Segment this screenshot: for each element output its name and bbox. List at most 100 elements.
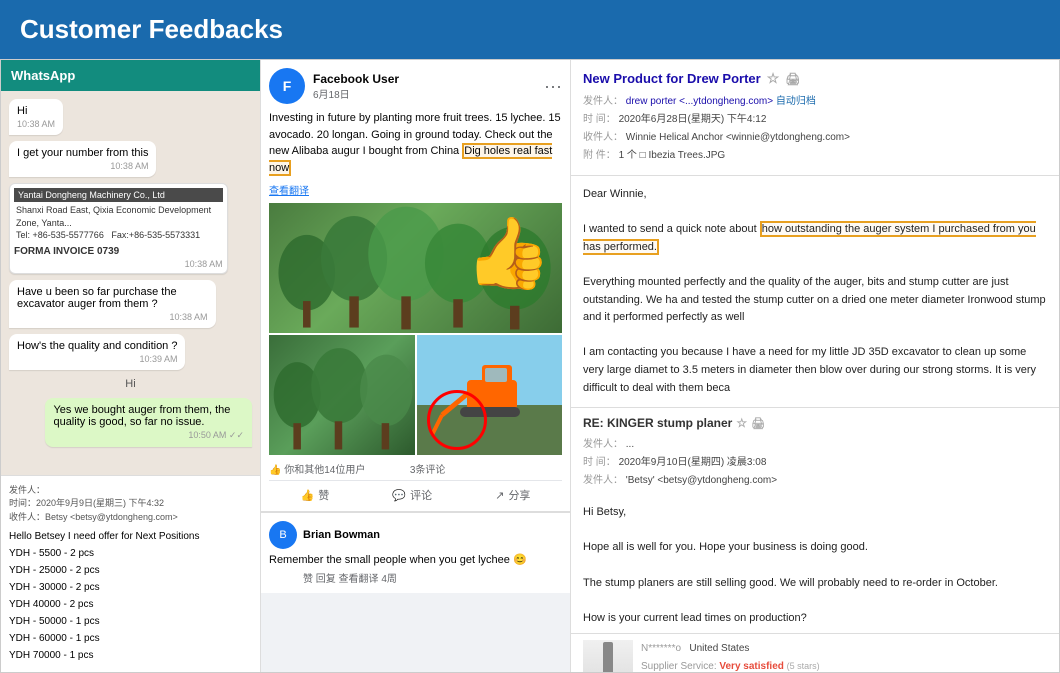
email2-body: Hi Betsy, Hope all is well for you. Hope… — [571, 498, 1059, 633]
order-item: YDH - 5500 - 2 pcs — [9, 545, 252, 562]
thumbs-up-icon: 👍 — [465, 213, 552, 295]
attach-label: 附 件： — [583, 150, 616, 161]
email2-subject-text: RE: KINGER stump planer — [583, 416, 732, 430]
message-text: How's the quality and condition ? — [17, 340, 177, 352]
avatar: F — [269, 68, 305, 104]
list-item: Have u been so far purchase the excavato… — [9, 280, 216, 328]
comment-label: 评论 — [410, 487, 432, 503]
list-item: How's the quality and condition ? 10:39 … — [9, 334, 185, 370]
message-time: 10:50 AM ✓✓ — [53, 430, 244, 441]
share-icon: ↗ — [495, 489, 504, 502]
review-meta: N*******o United States Supplier Service… — [641, 640, 1047, 672]
email-meta: 发件人： drew porter <...ytdongheng.com> 自动归… — [583, 93, 1047, 165]
email2-meta: 发件人： ... 时 间： 2020年9月10日(星期四) 凌晨3:08 发件人… — [583, 436, 1047, 490]
likes-text: 你和其他14位用户 — [284, 465, 365, 476]
order-greeting: Hello Betsey I need offer for Next Posit… — [9, 528, 252, 545]
to2-label: 发件人： — [583, 475, 623, 486]
list-item: Hi 10:38 AM — [9, 99, 63, 135]
service-label: Supplier Service: — [641, 661, 717, 672]
email2-to: 'Betsy' <betsy@ytdongheng.com> — [626, 475, 777, 486]
email-panel: New Product for Drew Porter ☆ 🖨 发件人： dre… — [571, 60, 1059, 672]
like-button[interactable]: 👍 赞 — [301, 487, 330, 503]
invoice-body: Shanxi Road East, Qixia Economic Develop… — [14, 202, 223, 244]
main-content: WhatsApp Hi 10:38 AM I get your number f… — [0, 59, 1060, 673]
sender-label: 发件人： — [9, 485, 45, 495]
email-line2: Everything mounted perfectly and the qua… — [583, 274, 1047, 327]
post-author: Facebook User — [313, 72, 544, 86]
invoice-header: Yantai Dongheng Machinery Co., Ltd — [14, 188, 223, 202]
message-text: I get your number from this — [17, 147, 148, 159]
order-item: YDH - 25000 - 2 pcs — [9, 562, 252, 579]
email-greeting: Dear Winnie, — [583, 186, 1047, 204]
facebook-comment: B Brian Bowman Remember the small people… — [261, 512, 570, 593]
facebook-panel: F Facebook User 6月18日 ··· Investing in f… — [261, 60, 571, 672]
facebook-post: F Facebook User 6月18日 ··· Investing in f… — [261, 60, 570, 512]
email2-date: 2020年9月10日(星期四) 凌晨3:08 — [619, 457, 767, 468]
trees2-background — [269, 335, 415, 455]
printer-icon2: 🖨 — [751, 417, 765, 430]
whatsapp-panel: WhatsApp Hi 10:38 AM I get your number f… — [1, 60, 261, 672]
review-product-image — [583, 640, 633, 672]
comment-button[interactable]: 💬 评论 — [392, 487, 432, 503]
post-image-trees2 — [269, 335, 415, 455]
order-item: YDH - 60000 - 1 pcs — [9, 630, 252, 647]
message-time: 10:38 AM — [17, 119, 55, 129]
order-to: 收件人：Betsy <betsy@ytdongheng.com> — [9, 512, 178, 522]
email-body: Dear Winnie, I wanted to send a quick no… — [571, 176, 1059, 407]
list-item: I get your number from this 10:38 AM — [9, 141, 156, 177]
email-2: RE: KINGER stump planer ☆ 🖨 发件人： ... 时 间… — [571, 407, 1059, 498]
post-text: Investing in future by planting more fru… — [269, 110, 562, 176]
printer-icon: 🖨 — [785, 72, 800, 86]
excavator-background — [417, 335, 563, 455]
post-images: 👍 — [269, 203, 562, 455]
post-author-info: Facebook User 6月18日 — [313, 72, 544, 101]
message-time: 10:38 AM — [17, 312, 208, 322]
translate-link[interactable]: 查看翻译 — [269, 182, 562, 197]
email-line3: I am contacting you because I have a nee… — [583, 344, 1047, 397]
reviewer-label: N*******o — [641, 643, 681, 654]
share-button[interactable]: ↗ 分享 — [495, 487, 530, 503]
email-1: New Product for Drew Porter ☆ 🖨 发件人： dre… — [571, 60, 1059, 176]
message-time: 10:38 AM — [17, 161, 148, 171]
order-item: YDH - 50000 - 1 pcs — [9, 613, 252, 630]
email-highlighted-text: how outstanding the auger system I purch… — [583, 221, 1036, 255]
post-image-excavator — [417, 335, 563, 455]
invoice-image: Yantai Dongheng Machinery Co., Ltd Shanx… — [9, 183, 228, 274]
chat-body: Hi 10:38 AM I get your number from this … — [1, 91, 260, 475]
red-circle — [427, 390, 487, 450]
to-label: 收件人： — [583, 132, 623, 143]
star-icon[interactable]: ☆ — [767, 70, 780, 87]
page-title: Customer Feedbacks — [20, 14, 283, 45]
comment-reply-bar: 赞 回复 查看翻译 4周 — [269, 570, 562, 585]
comment-header: B Brian Bowman — [269, 521, 562, 549]
post-highlight: Dig holes real fast now — [269, 143, 552, 176]
email-to: Winnie Helical Anchor <winnie@ytdongheng… — [626, 132, 850, 143]
date2-label: 时 间： — [583, 457, 616, 468]
order-item: YDH 70000 - 1 pcs — [9, 647, 252, 664]
message-time: 10:39 AM — [17, 354, 177, 364]
message-text: Yes we bought auger from them, the quali… — [53, 404, 244, 428]
from-label: 发件人： — [583, 96, 623, 107]
more-options-icon[interactable]: ··· — [544, 76, 562, 97]
comment-text: Remember the small people when you get l… — [269, 553, 562, 566]
email2-subject: RE: KINGER stump planer ☆ 🖨 — [583, 416, 1047, 430]
order-item: YDH 40000 - 2 pcs — [9, 596, 252, 613]
hi-label: Hi — [125, 378, 135, 390]
post-actions: 👍 赞 💬 评论 ↗ 分享 — [269, 480, 562, 503]
comment-avatar: B — [269, 521, 297, 549]
auto-archive-label: 自动归档 — [776, 96, 816, 107]
message-text: Have u been so far purchase the excavato… — [17, 286, 208, 310]
order-list: 发件人： 时间：2020年9月9日(星期三) 下午4:32 收件人：Betsy … — [1, 475, 260, 673]
page-header: Customer Feedbacks — [0, 0, 1060, 59]
invoice-title: FORMA INVOICE 0739 — [14, 246, 223, 257]
from-email[interactable]: drew porter <...ytdongheng.com> — [626, 96, 773, 107]
email-line1: I wanted to send a quick note about how … — [583, 221, 1047, 256]
post-header: F Facebook User 6月18日 ··· — [269, 68, 562, 104]
comments-count: 3条评论 — [410, 465, 446, 476]
service-rating: Very satisfied — [719, 661, 783, 672]
comment-author-name: Brian Bowman — [303, 529, 380, 541]
review-content: N*******o United States Supplier Service… — [641, 640, 1047, 672]
star-icon2[interactable]: ☆ — [736, 416, 747, 430]
like-label: 赞 — [318, 487, 329, 503]
review-item: N*******o United States Supplier Service… — [571, 634, 1059, 672]
